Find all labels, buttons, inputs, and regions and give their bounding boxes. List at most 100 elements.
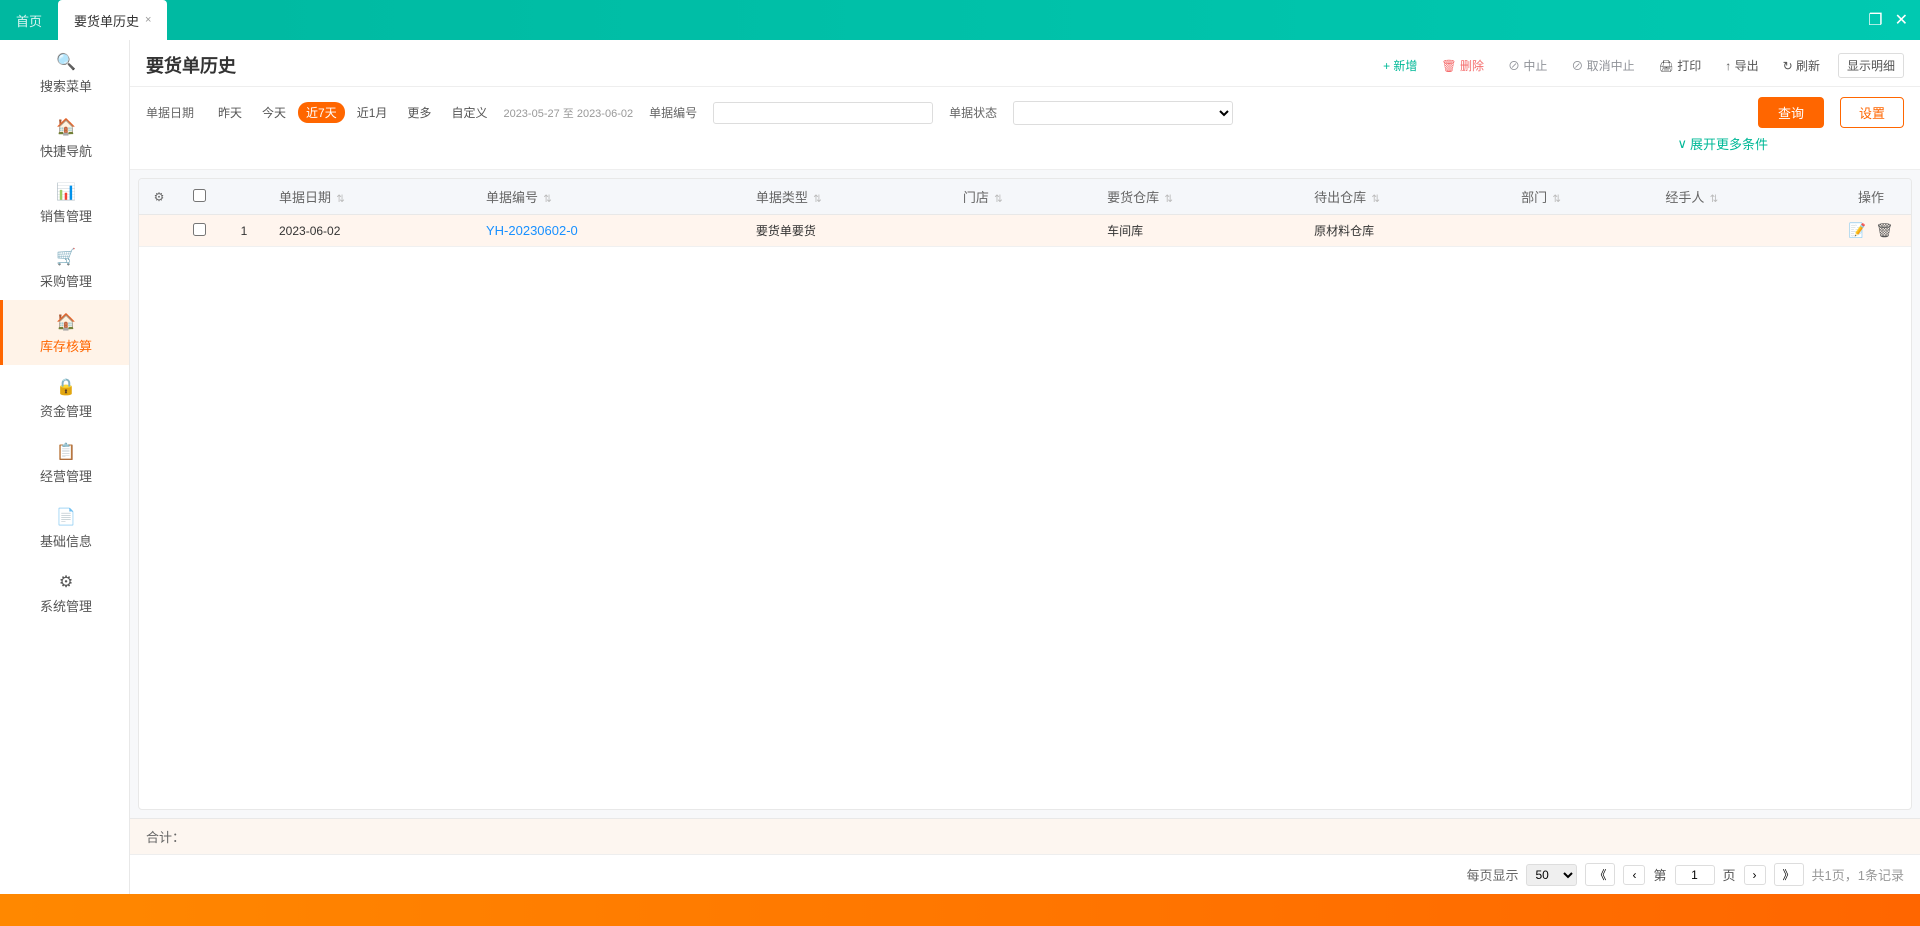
refresh-button[interactable]: ↻ 刷新 bbox=[1777, 53, 1826, 78]
query-button[interactable]: 查询 bbox=[1758, 97, 1824, 128]
col-pending-warehouse[interactable]: 待出仓库 ⇅ bbox=[1304, 179, 1511, 215]
expand-conditions-button[interactable]: ∨ 展开更多条件 bbox=[1677, 134, 1768, 153]
sidebar-item-label: 库存核算 bbox=[40, 336, 92, 355]
row-num-cell: 1 bbox=[219, 215, 269, 247]
row-pending-warehouse-cell: 原材料仓库 bbox=[1304, 215, 1511, 247]
bottom-bar bbox=[0, 894, 1920, 926]
row-edit-icon[interactable]: 📝 bbox=[1849, 222, 1866, 238]
first-page-button[interactable]: 《 bbox=[1585, 863, 1615, 886]
col-doc-number[interactable]: 单据编号 ⇅ bbox=[476, 179, 746, 215]
col-checkbox bbox=[179, 179, 219, 215]
sort-icon: ⇅ bbox=[1710, 194, 1718, 205]
page-number-input[interactable] bbox=[1675, 865, 1715, 885]
filter-row-2: ∨ 展开更多条件 bbox=[146, 134, 1904, 153]
new-button[interactable]: + 新增 bbox=[1377, 53, 1423, 78]
col-store[interactable]: 门店 ⇅ bbox=[953, 179, 1097, 215]
sidebar-item-label: 经营管理 bbox=[40, 466, 92, 485]
main-table: ⚙ 单据日期 ⇅ 单据编号 ⇅ bbox=[139, 179, 1911, 247]
sales-icon: 📊 bbox=[56, 182, 76, 202]
close-icon[interactable]: ✕ bbox=[1895, 10, 1908, 30]
system-icon: ⚙ bbox=[56, 572, 76, 592]
date-opt-custom[interactable]: 自定义 bbox=[443, 102, 495, 123]
date-opt-last1month[interactable]: 近1月 bbox=[349, 102, 396, 123]
pagination: 每页显示 50 20 100 200 《 ‹ 第 页 › 》 共1页，1条记录 bbox=[130, 854, 1920, 894]
col-doc-type[interactable]: 单据类型 ⇅ bbox=[746, 179, 953, 215]
row-req-warehouse-cell: 车间库 bbox=[1097, 215, 1304, 247]
tab-close-icon[interactable]: × bbox=[145, 14, 151, 26]
page-size-select[interactable]: 50 20 100 200 bbox=[1526, 864, 1577, 886]
stop-button[interactable]: ⊘ 中止 bbox=[1502, 53, 1553, 78]
row-handler-cell bbox=[1655, 215, 1831, 247]
date-opt-yesterday[interactable]: 昨天 bbox=[210, 102, 250, 123]
toolbar: + 新增 🗑 删除 ⊘ 中止 ⊘ 取消中止 🖨 打印 ↑ 导出 ↻ 刷新 显示明… bbox=[1377, 53, 1904, 78]
date-options: 昨天 今天 近7天 近1月 更多 自定义 2023-05-27 至 2023-0… bbox=[210, 102, 633, 123]
doc-number-link[interactable]: YH-20230602-0 bbox=[486, 223, 578, 238]
table-area: ⚙ 单据日期 ⇅ 单据编号 ⇅ bbox=[138, 178, 1912, 810]
content-area: 要货单历史 + 新增 🗑 删除 ⊘ 中止 ⊘ 取消中止 🖨 打印 ↑ 导出 ↻ … bbox=[130, 40, 1920, 894]
row-operation-cell: 📝 🗑 bbox=[1831, 215, 1911, 247]
sidebar-item-search-menu[interactable]: 🔍 搜索菜单 bbox=[0, 40, 129, 105]
date-filter-label: 单据日期 bbox=[146, 104, 194, 121]
last-page-button[interactable]: 》 bbox=[1774, 863, 1804, 886]
page-suffix: 页 bbox=[1723, 865, 1736, 884]
cancel-stop-button[interactable]: ⊘ 取消中止 bbox=[1565, 53, 1640, 78]
page-title: 要货单历史 bbox=[146, 52, 236, 78]
row-checkbox[interactable] bbox=[193, 223, 206, 236]
sidebar-item-system-mgmt[interactable]: ⚙ 系统管理 bbox=[0, 560, 129, 625]
display-detail-button[interactable]: 显示明细 bbox=[1838, 53, 1904, 78]
col-department[interactable]: 部门 ⇅ bbox=[1511, 179, 1655, 215]
prev-page-button[interactable]: ‹ bbox=[1623, 865, 1645, 885]
col-handler[interactable]: 经手人 ⇅ bbox=[1655, 179, 1831, 215]
sidebar-item-finance-mgmt[interactable]: 🔒 资金管理 bbox=[0, 365, 129, 430]
col-settings[interactable]: ⚙ bbox=[139, 179, 179, 215]
sort-icon: ⇅ bbox=[1552, 194, 1560, 205]
sort-icon: ⇅ bbox=[1371, 194, 1379, 205]
next-page-button[interactable]: › bbox=[1744, 865, 1766, 885]
page-label: 第 bbox=[1653, 865, 1666, 884]
row-checkbox-cell bbox=[179, 215, 219, 247]
date-opt-today[interactable]: 今天 bbox=[254, 102, 294, 123]
filter-area: 单据日期 昨天 今天 近7天 近1月 更多 自定义 2023-05-27 至 2… bbox=[130, 87, 1920, 170]
sidebar-item-label: 搜索菜单 bbox=[40, 76, 92, 95]
table-row: 1 2023-06-02 YH-20230602-0 要货单要货 车间库 原材料… bbox=[139, 215, 1911, 247]
export-button[interactable]: ↑ 导出 bbox=[1719, 53, 1764, 78]
expand-label: 展开更多条件 bbox=[1690, 134, 1768, 153]
doc-number-input[interactable] bbox=[713, 102, 933, 124]
sidebar-item-basic-info[interactable]: 📄 基础信息 bbox=[0, 495, 129, 560]
print-button[interactable]: 🖨 打印 bbox=[1653, 53, 1708, 78]
search-icon: 🔍 bbox=[56, 52, 76, 72]
settings-button[interactable]: 设置 bbox=[1840, 97, 1904, 128]
row-doc-type-cell: 要货单要货 bbox=[746, 215, 953, 247]
row-doc-date-cell: 2023-06-02 bbox=[269, 215, 476, 247]
sidebar-item-sales-mgmt[interactable]: 📊 销售管理 bbox=[0, 170, 129, 235]
sort-icon: ⇅ bbox=[994, 194, 1002, 205]
date-range-display: 2023-05-27 至 2023-06-02 bbox=[503, 105, 633, 121]
sort-icon: ⇅ bbox=[813, 194, 821, 205]
delete-button[interactable]: 🗑 删除 bbox=[1435, 53, 1490, 78]
status-select[interactable] bbox=[1013, 101, 1233, 125]
row-delete-icon[interactable]: 🗑 bbox=[1876, 222, 1894, 238]
date-opt-last7days[interactable]: 近7天 bbox=[298, 102, 345, 123]
sort-icon: ⇅ bbox=[543, 194, 551, 205]
col-req-warehouse[interactable]: 要货仓库 ⇅ bbox=[1097, 179, 1304, 215]
sidebar-item-label: 资金管理 bbox=[40, 401, 92, 420]
basic-icon: 📄 bbox=[56, 507, 76, 527]
row-store-cell bbox=[953, 215, 1097, 247]
doc-number-label: 单据编号 bbox=[649, 104, 697, 121]
sidebar-item-label: 销售管理 bbox=[40, 206, 92, 225]
col-operation: 操作 bbox=[1831, 179, 1911, 215]
tab-home[interactable]: 首页 bbox=[0, 0, 58, 40]
sidebar-item-inventory[interactable]: 🏠 库存核算 bbox=[0, 300, 129, 365]
row-settings-cell bbox=[139, 215, 179, 247]
restore-icon[interactable]: ❐ bbox=[1868, 10, 1882, 30]
select-all-checkbox[interactable] bbox=[193, 189, 206, 202]
sort-icon: ⇅ bbox=[336, 194, 344, 205]
sidebar-item-quick-nav[interactable]: 🏠 快捷导航 bbox=[0, 105, 129, 170]
col-doc-date[interactable]: 单据日期 ⇅ bbox=[269, 179, 476, 215]
date-opt-more[interactable]: 更多 bbox=[399, 102, 439, 123]
status-label: 单据状态 bbox=[949, 104, 997, 121]
total-info: 共1页，1条记录 bbox=[1812, 865, 1904, 884]
tab-requisition-history[interactable]: 要货单历史 × bbox=[58, 0, 167, 40]
sidebar-item-purchase-mgmt[interactable]: 🛒 采购管理 bbox=[0, 235, 129, 300]
sidebar-item-ops-mgmt[interactable]: 📋 经营管理 bbox=[0, 430, 129, 495]
